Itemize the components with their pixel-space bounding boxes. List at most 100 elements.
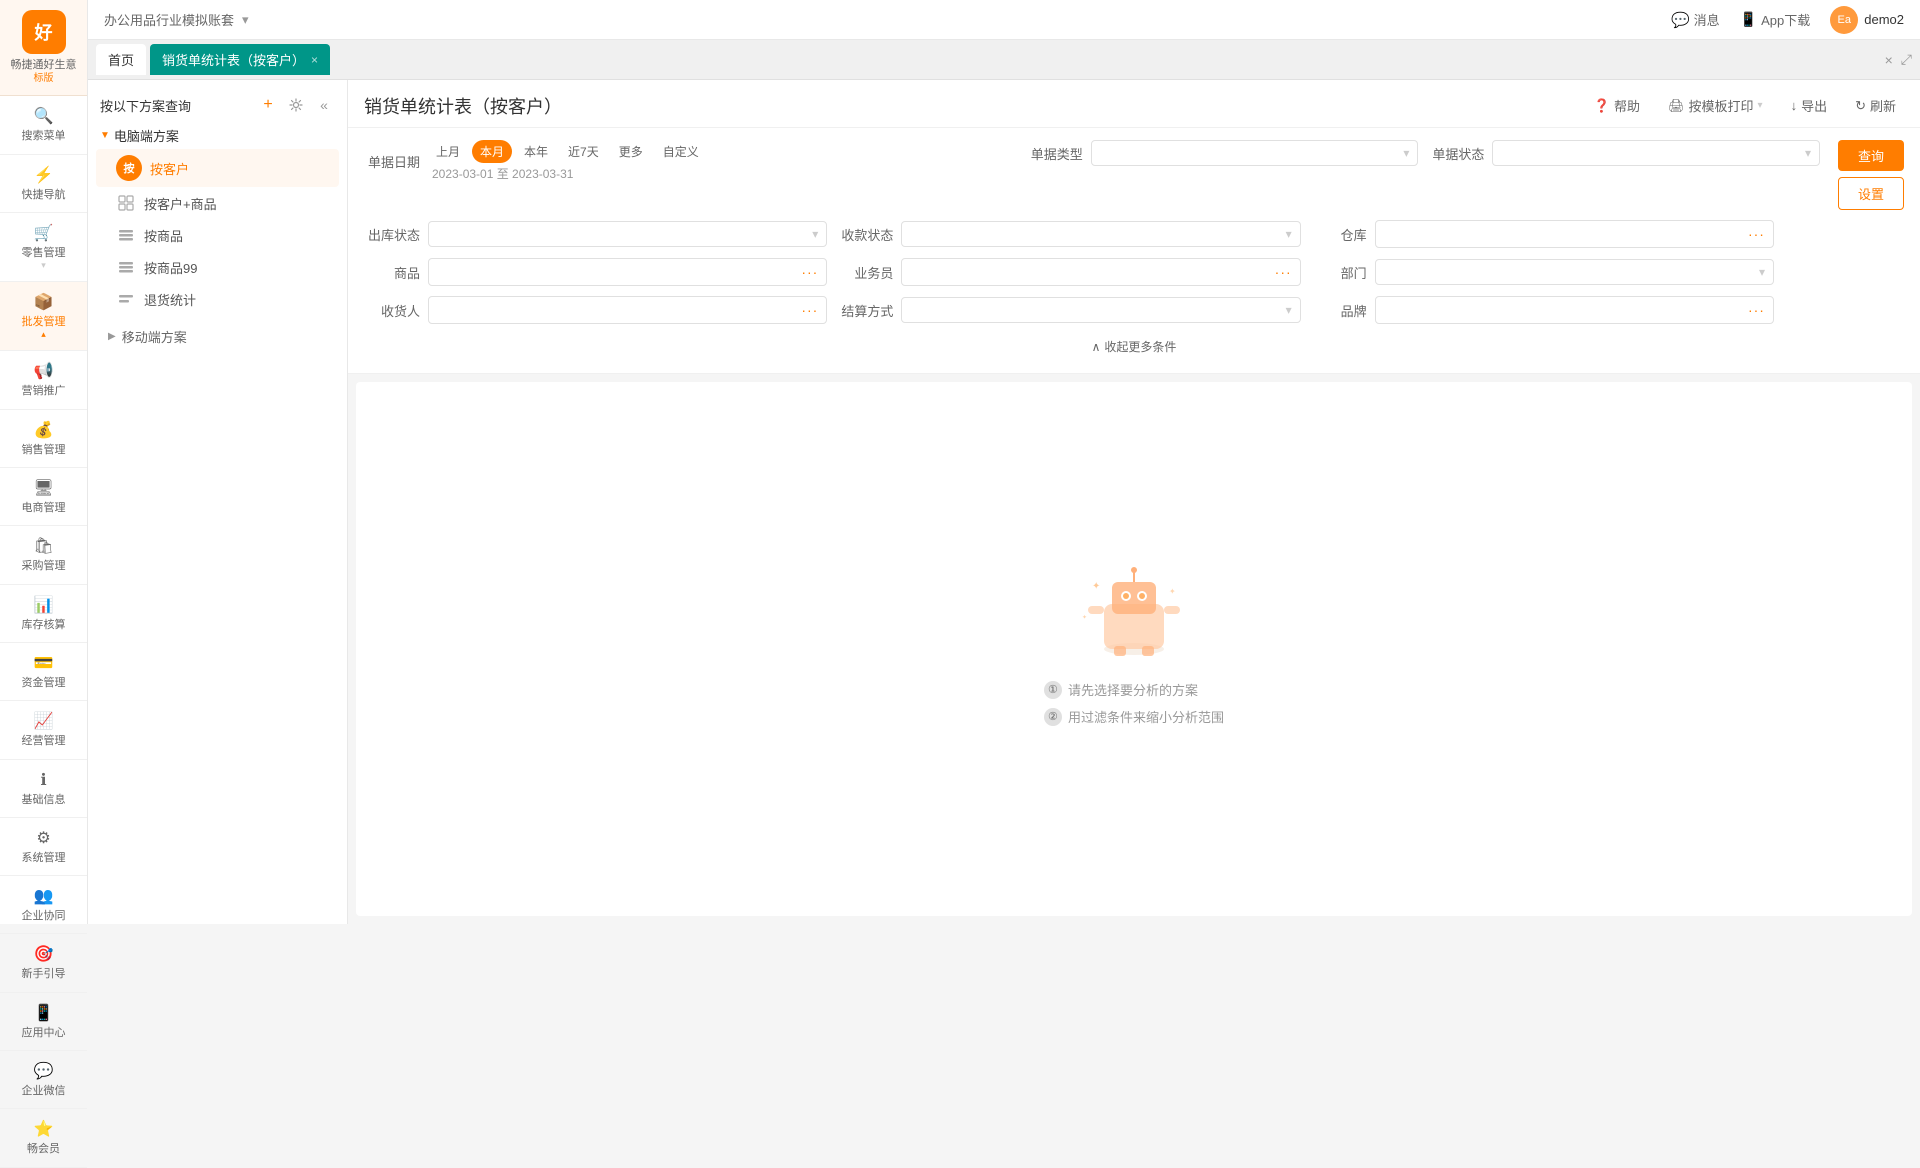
sidebar: 好 畅捷通好生意 标版 🔍 搜索菜单 ⚡ 快捷导航 🛒 零售管理 ▾ 📦 批发管… [0,0,88,924]
refresh-icon: ↻ [1855,98,1866,114]
return-stats-icon [116,289,136,309]
date-tab-this-year[interactable]: 本年 [516,140,556,163]
sidebar-item-sales[interactable]: 💰 销售管理 [0,410,87,468]
receipt-arrow: ▾ [1286,227,1292,241]
sidebar-item-enterprise[interactable]: 👥 企业协同 [0,876,87,934]
pc-group-title[interactable]: ▼ 电脑端方案 [96,122,339,149]
topbar-right: 💬 消息 📱 App下载 Ea demo2 [1671,6,1904,34]
basic-icon: ℹ [40,770,46,790]
page-header: 销货单统计表（按客户） ❓ 帮助 🖨 按模板打印 ▾ ↓ 导出 [348,80,1920,128]
message-button[interactable]: 💬 消息 [1671,10,1720,29]
receiver-dots: ··· [801,302,818,318]
add-scheme-button[interactable]: + [257,94,279,116]
department-select[interactable]: ▾ [1375,259,1774,285]
department-arrow: ▾ [1759,265,1765,279]
order-status-select[interactable]: ▾ [1492,140,1820,166]
settings-icon [289,98,303,112]
refresh-button[interactable]: ↻ 刷新 [1847,92,1904,119]
mobile-group-title[interactable]: ▶ 移动端方案 [96,323,339,350]
goods-dots: ··· [801,264,818,280]
help-button[interactable]: ❓ 帮助 [1586,92,1648,119]
date-tab-custom[interactable]: 自定义 [655,140,707,163]
goods99-icon [116,257,136,277]
scheme-by-customer[interactable]: 按 按客户 [96,149,339,187]
receiver-select[interactable]: ··· [428,296,827,324]
query-button[interactable]: 查询 [1838,140,1904,171]
system-icon: ⚙ [36,828,50,848]
date-tab-this-month[interactable]: 本月 [472,140,512,163]
collapse-bar[interactable]: ∧ 收起更多条件 [364,332,1904,361]
sidebar-item-inventory[interactable]: 📊 库存核算 [0,585,87,643]
sidebar-item-basic[interactable]: ℹ 基础信息 [0,760,87,818]
app-logo[interactable]: 好 畅捷通好生意 标版 [0,0,87,96]
scheme-by-customer-goods[interactable]: 按客户+商品 [96,187,339,219]
scheme-by-goods[interactable]: 按商品 [96,219,339,251]
brand-select[interactable]: ··· [1375,296,1774,324]
tab-maximize-icon[interactable]: ⤢ [1901,51,1912,68]
sidebar-item-shortcut[interactable]: ⚡ 快捷导航 [0,155,87,213]
empty-illustration: ✦ ✦ ✦ [1074,564,1194,664]
retail-icon: 🛒 [34,223,54,243]
home-tab-label: 首页 [108,50,134,69]
ecommerce-icon: 🖥 [33,478,53,498]
finance-icon: 💳 [34,653,54,673]
sidebar-item-ecommerce[interactable]: 🖥 电商管理 [0,468,87,526]
sidebar-item-wholesale[interactable]: 📦 批发管理 ▴ [0,282,87,351]
scheme-by-goods99[interactable]: 按商品99 [96,251,339,283]
sidebar-item-system[interactable]: ⚙ 系统管理 [0,818,87,876]
tab-home[interactable]: 首页 [96,44,146,75]
order-type-select[interactable]: ▾ [1091,140,1419,166]
svg-text:✦: ✦ [1092,581,1100,592]
sidebar-item-search[interactable]: 🔍 搜索菜单 [0,96,87,154]
sidebar-item-guide[interactable]: 🎯 新手引导 [0,934,87,992]
collapse-panel-button[interactable]: « [313,94,335,116]
order-type-arrow: ▾ [1403,146,1409,160]
salesperson-select[interactable]: ··· [901,258,1300,286]
scheme-query-label: 按以下方案查询 [100,96,191,115]
date-tab-last-month[interactable]: 上月 [428,140,468,163]
outbound-label: 出库状态 [364,225,420,244]
outbound-select[interactable]: ▾ [428,221,827,247]
member-icon: ⭐ [34,1119,54,1139]
action-buttons: 查询 设置 [1838,140,1904,210]
avatar: Ea [1830,6,1858,34]
topbar-left: 办公用品行业模拟账套 ▾ [104,10,249,29]
shortcut-icon: ⚡ [34,165,54,185]
content-area: 按以下方案查询 + « ▼ 电脑端方案 [88,80,1920,924]
sidebar-item-member[interactable]: ⭐ 畅会员 [0,1109,87,1167]
svg-text:✦: ✦ [1169,587,1176,596]
receipt-select[interactable]: ▾ [901,221,1300,247]
tab-close-icon[interactable]: × [311,53,318,67]
dropdown-arrow[interactable]: ▾ [242,12,249,28]
sidebar-item-operations[interactable]: 📈 经营管理 [0,701,87,759]
sidebar-item-finance[interactable]: 💳 资金管理 [0,643,87,701]
goods-select[interactable]: ··· [428,258,827,286]
collapse-arrow-icon: ∧ [1092,340,1101,354]
settings-button[interactable]: 设置 [1838,177,1904,210]
sidebar-item-retail[interactable]: 🛒 零售管理 ▾ [0,213,87,282]
date-tab-7days[interactable]: 近7天 [560,140,607,163]
settlement-select[interactable]: ▾ [901,297,1300,323]
sidebar-item-purchase[interactable]: 🛍 采购管理 [0,526,87,584]
scheme-return-stats[interactable]: 退货统计 [96,283,339,315]
page-title: 销货单统计表（按客户） [364,93,562,119]
sales-icon: 💰 [34,420,54,440]
sidebar-item-app-center[interactable]: 📱 应用中心 [0,993,87,1051]
scheme-settings-button[interactable] [285,94,307,116]
left-panel: 按以下方案查询 + « ▼ 电脑端方案 [88,80,348,924]
warehouse-select[interactable]: ··· [1375,220,1774,248]
export-button[interactable]: ↓ 导出 [1783,92,1836,119]
empty-tips: ① 请先选择要分析的方案 ② 用过滤条件来缩小分析范围 [1044,680,1224,734]
tab-minimize-icon[interactable]: × [1885,52,1893,68]
tab-sales-stats[interactable]: 销货单统计表（按客户） × [150,44,330,75]
main-container: 办公用品行业模拟账套 ▾ 💬 消息 📱 App下载 Ea demo2 首页 [88,0,1920,924]
sidebar-item-wechat[interactable]: 💬 企业微信 [0,1051,87,1109]
user-profile[interactable]: Ea demo2 [1830,6,1904,34]
export-icon: ↓ [1791,98,1798,113]
print-button[interactable]: 🖨 按模板打印 ▾ [1660,92,1771,119]
date-tab-more[interactable]: 更多 [611,140,651,163]
sidebar-item-marketing[interactable]: 📢 营销推广 [0,351,87,409]
date-tabs: 上月 本月 本年 近7天 更多 自定义 [428,140,1017,163]
goods-icon [116,225,136,245]
app-download-button[interactable]: 📱 App下载 [1740,10,1811,29]
